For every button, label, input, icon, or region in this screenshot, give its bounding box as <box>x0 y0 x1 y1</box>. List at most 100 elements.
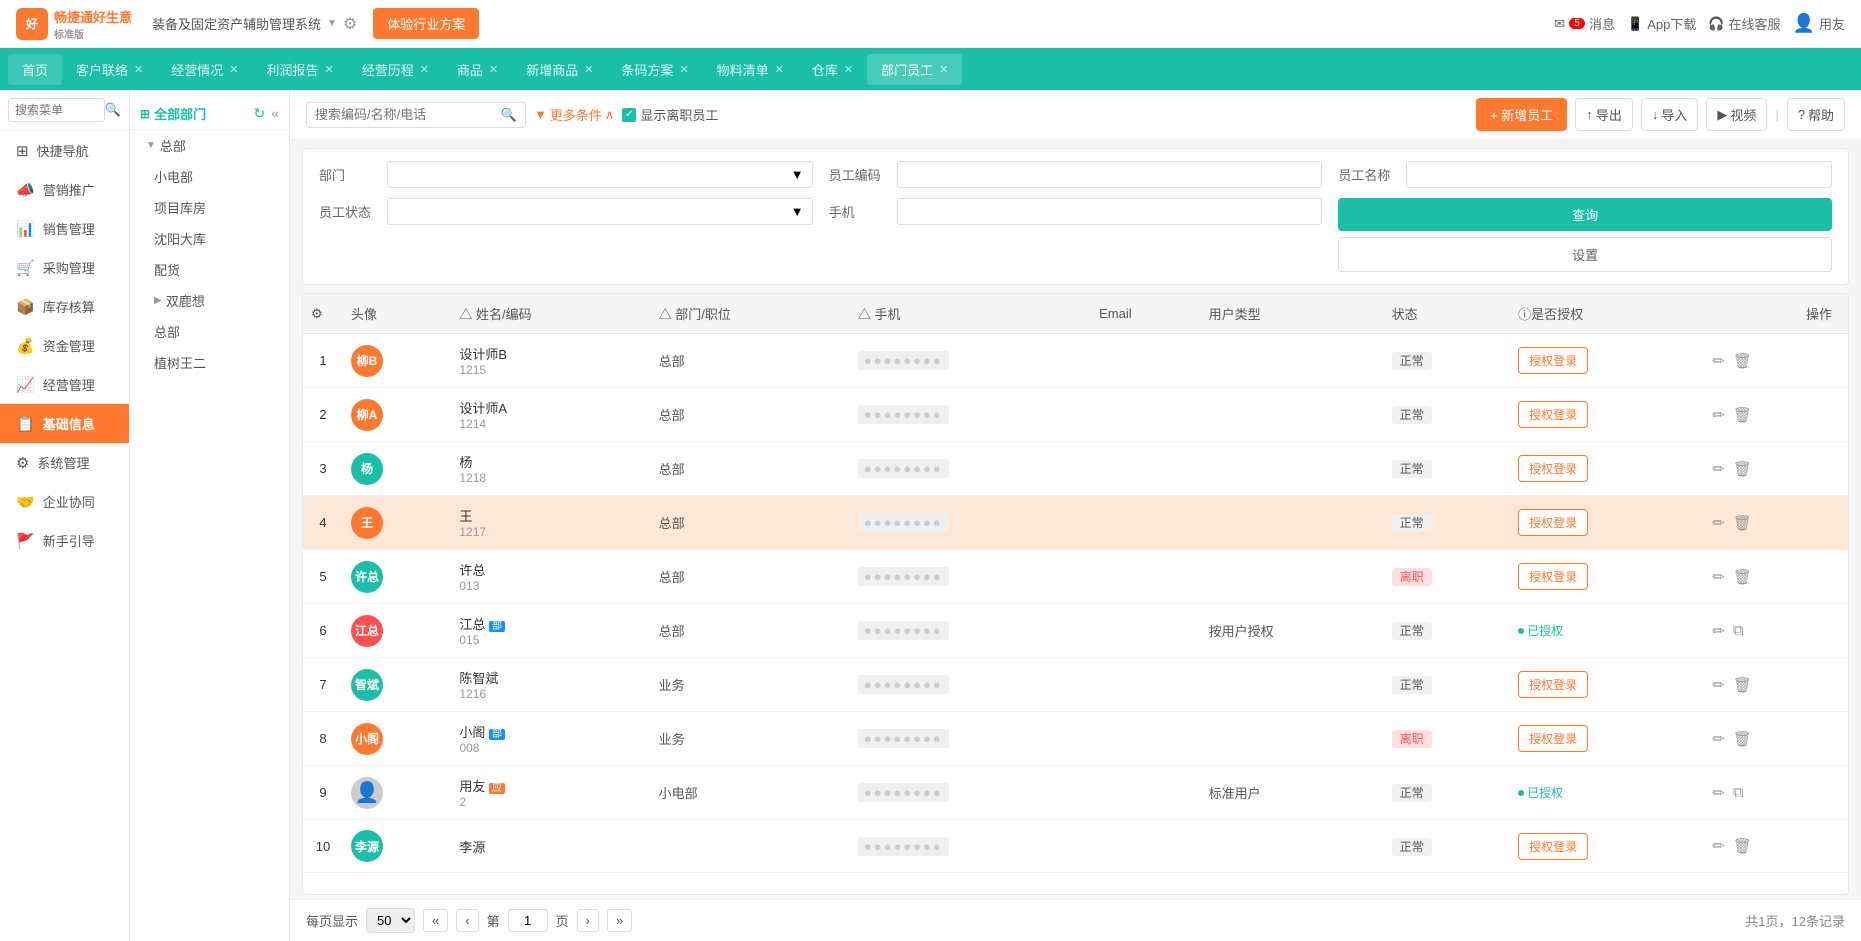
delete-icon[interactable]: 🗑 <box>1733 406 1752 424</box>
more-filter-btn[interactable]: ▼ 更多条件 ∧ <box>534 105 614 124</box>
sidebar-item-shortcuts[interactable]: ⊞ 快捷导航 <box>0 131 129 170</box>
sidebar-item-system[interactable]: ⚙ 系统管理 <box>0 443 129 482</box>
close-icon[interactable]: ✕ <box>489 63 498 76</box>
last-page-button[interactable]: » <box>607 909 632 932</box>
sidebar-item-basics[interactable]: 📋 基础信息 <box>0 404 129 443</box>
auth-button[interactable]: 授权登录 <box>1518 401 1588 428</box>
auth-button[interactable]: 授权登录 <box>1518 455 1588 482</box>
col-phone[interactable]: △ 手机 <box>850 294 1091 334</box>
delete-icon[interactable]: 🗑 <box>1733 514 1752 532</box>
add-employee-button[interactable]: + 新增员工 <box>1476 98 1567 131</box>
sidebar-item-finance[interactable]: 💰 资金管理 <box>0 326 129 365</box>
edit-icon[interactable]: ✏ <box>1712 837 1725 855</box>
edit-icon[interactable]: ✏ <box>1712 730 1725 748</box>
copy-icon[interactable]: ⧉ <box>1733 784 1744 801</box>
edit-icon[interactable]: ✏ <box>1712 568 1725 586</box>
nav-tab-bom[interactable]: 物料清单 ✕ <box>703 54 798 85</box>
trial-button[interactable]: 体验行业方案 <box>373 8 479 39</box>
auth-button[interactable]: 授权登录 <box>1518 509 1588 536</box>
collapse-icon[interactable]: « <box>271 105 279 122</box>
close-icon[interactable]: ✕ <box>844 63 853 76</box>
search-input[interactable] <box>315 107 497 122</box>
close-icon[interactable]: ✕ <box>229 63 238 76</box>
edit-icon[interactable]: ✏ <box>1712 406 1725 424</box>
set-button[interactable]: 设置 <box>1338 237 1832 272</box>
edit-icon[interactable]: ✏ <box>1712 460 1725 478</box>
page-input[interactable] <box>508 909 548 932</box>
sidebar-item-management[interactable]: 📈 经营管理 <box>0 365 129 404</box>
nav-tab-history[interactable]: 经营历程 ✕ <box>348 54 443 85</box>
close-icon[interactable]: ✕ <box>775 63 784 76</box>
auth-button[interactable]: 授权登录 <box>1518 833 1588 860</box>
nav-tab-operations[interactable]: 经营情况 ✕ <box>157 54 252 85</box>
edit-icon[interactable]: ✏ <box>1712 622 1725 640</box>
dept-node-general[interactable]: ▼ 总部 <box>130 130 289 161</box>
delete-icon[interactable]: 🗑 <box>1733 730 1752 748</box>
auth-button[interactable]: 授权登录 <box>1518 725 1588 752</box>
dept-node-plant[interactable]: 植树王二 <box>130 347 289 378</box>
empname-filter-input[interactable] <box>1406 161 1832 188</box>
nav-home[interactable]: 首页 <box>8 54 62 85</box>
view-button[interactable]: ▶ 视频 <box>1706 98 1767 131</box>
col-settings[interactable]: ⚙ <box>303 294 343 334</box>
show-resigned-toggle[interactable]: ✓ 显示离职员工 <box>622 105 718 124</box>
import-button[interactable]: ↓ 导入 <box>1641 98 1699 131</box>
next-page-button[interactable]: › <box>577 909 599 932</box>
per-page-select[interactable]: 50 <box>366 908 415 933</box>
dept-filter-select[interactable]: ▼ <box>387 161 813 188</box>
close-icon[interactable]: ✕ <box>325 63 334 76</box>
online-service-btn[interactable]: 🎧 在线客服 <box>1708 14 1780 33</box>
phone-filter-input[interactable] <box>897 198 1323 225</box>
search-menu-input[interactable] <box>8 98 105 122</box>
close-icon[interactable]: ✕ <box>420 63 429 76</box>
sidebar-item-sales[interactable]: 📊 销售管理 <box>0 209 129 248</box>
copy-icon[interactable]: ⧉ <box>1733 622 1744 639</box>
user-btn[interactable]: 👤 用友 <box>1793 13 1845 34</box>
auth-button[interactable]: 授权登录 <box>1518 347 1588 374</box>
empcode-filter-input[interactable] <box>897 161 1323 188</box>
refresh-icon[interactable]: ↻ <box>253 105 265 122</box>
help-button[interactable]: ? 帮助 <box>1787 98 1845 131</box>
close-icon[interactable]: ✕ <box>134 63 143 76</box>
col-dept[interactable]: △ 部门/职位 <box>651 294 850 334</box>
edit-icon[interactable]: ✏ <box>1712 514 1725 532</box>
auth-button[interactable]: 授权登录 <box>1518 671 1588 698</box>
close-icon[interactable]: ✕ <box>679 63 688 76</box>
dept-node-double[interactable]: ▶ 双鹿想 <box>130 285 289 316</box>
prev-page-button[interactable]: ‹ <box>456 909 478 932</box>
sys-dropdown-icon[interactable]: ▼ <box>327 18 337 29</box>
nav-tab-warehouse[interactable]: 仓库 ✕ <box>798 54 867 85</box>
first-page-button[interactable]: « <box>423 909 448 932</box>
export-button[interactable]: ↑ 导出 <box>1575 98 1633 131</box>
sidebar-item-purchase[interactable]: 🛒 采购管理 <box>0 248 129 287</box>
delete-icon[interactable]: 🗑 <box>1733 352 1752 370</box>
sidebar-item-guide[interactable]: 🚩 新手引导 <box>0 521 129 560</box>
delete-icon[interactable]: 🗑 <box>1733 460 1752 478</box>
dept-node-head[interactable]: 总部 <box>130 316 289 347</box>
nav-tab-new-goods[interactable]: 新增商品 ✕ <box>512 54 607 85</box>
close-icon[interactable]: ✕ <box>939 63 948 76</box>
nav-tab-goods[interactable]: 商品 ✕ <box>443 54 512 85</box>
app-download-btn[interactable]: 📱 App下载 <box>1627 14 1696 33</box>
delete-icon[interactable]: 🗑 <box>1733 676 1752 694</box>
resigned-checkbox[interactable]: ✓ <box>622 108 636 122</box>
edit-icon[interactable]: ✏ <box>1712 784 1725 802</box>
notification-btn[interactable]: ✉ 5 消息 <box>1554 14 1615 33</box>
settings-icon[interactable]: ⚙ <box>343 14 357 34</box>
dept-node-shenyang[interactable]: 沈阳大库 <box>130 223 289 254</box>
delete-icon[interactable]: 🗑 <box>1733 837 1752 855</box>
search-button[interactable]: 查询 <box>1338 198 1832 231</box>
sidebar-item-inventory[interactable]: 📦 库存核算 <box>0 287 129 326</box>
sidebar-item-marketing[interactable]: 📣 营销推广 <box>0 170 129 209</box>
all-dept-label[interactable]: ⊞ 全部部门 <box>140 104 206 123</box>
delete-icon[interactable]: 🗑 <box>1733 568 1752 586</box>
status-filter-select[interactable]: ▼ <box>387 198 813 225</box>
edit-icon[interactable]: ✏ <box>1712 352 1725 370</box>
dept-node-project[interactable]: 项目库房 <box>130 192 289 223</box>
auth-button[interactable]: 授权登录 <box>1518 563 1588 590</box>
nav-tab-profit[interactable]: 利润报告 ✕ <box>252 54 347 85</box>
dept-node-small-electric[interactable]: 小电部 <box>130 161 289 192</box>
sidebar-item-collab[interactable]: 🤝 企业协同 <box>0 482 129 521</box>
nav-tab-customer[interactable]: 客户联络 ✕ <box>62 54 157 85</box>
nav-tab-barcode[interactable]: 条码方案 ✕ <box>607 54 702 85</box>
